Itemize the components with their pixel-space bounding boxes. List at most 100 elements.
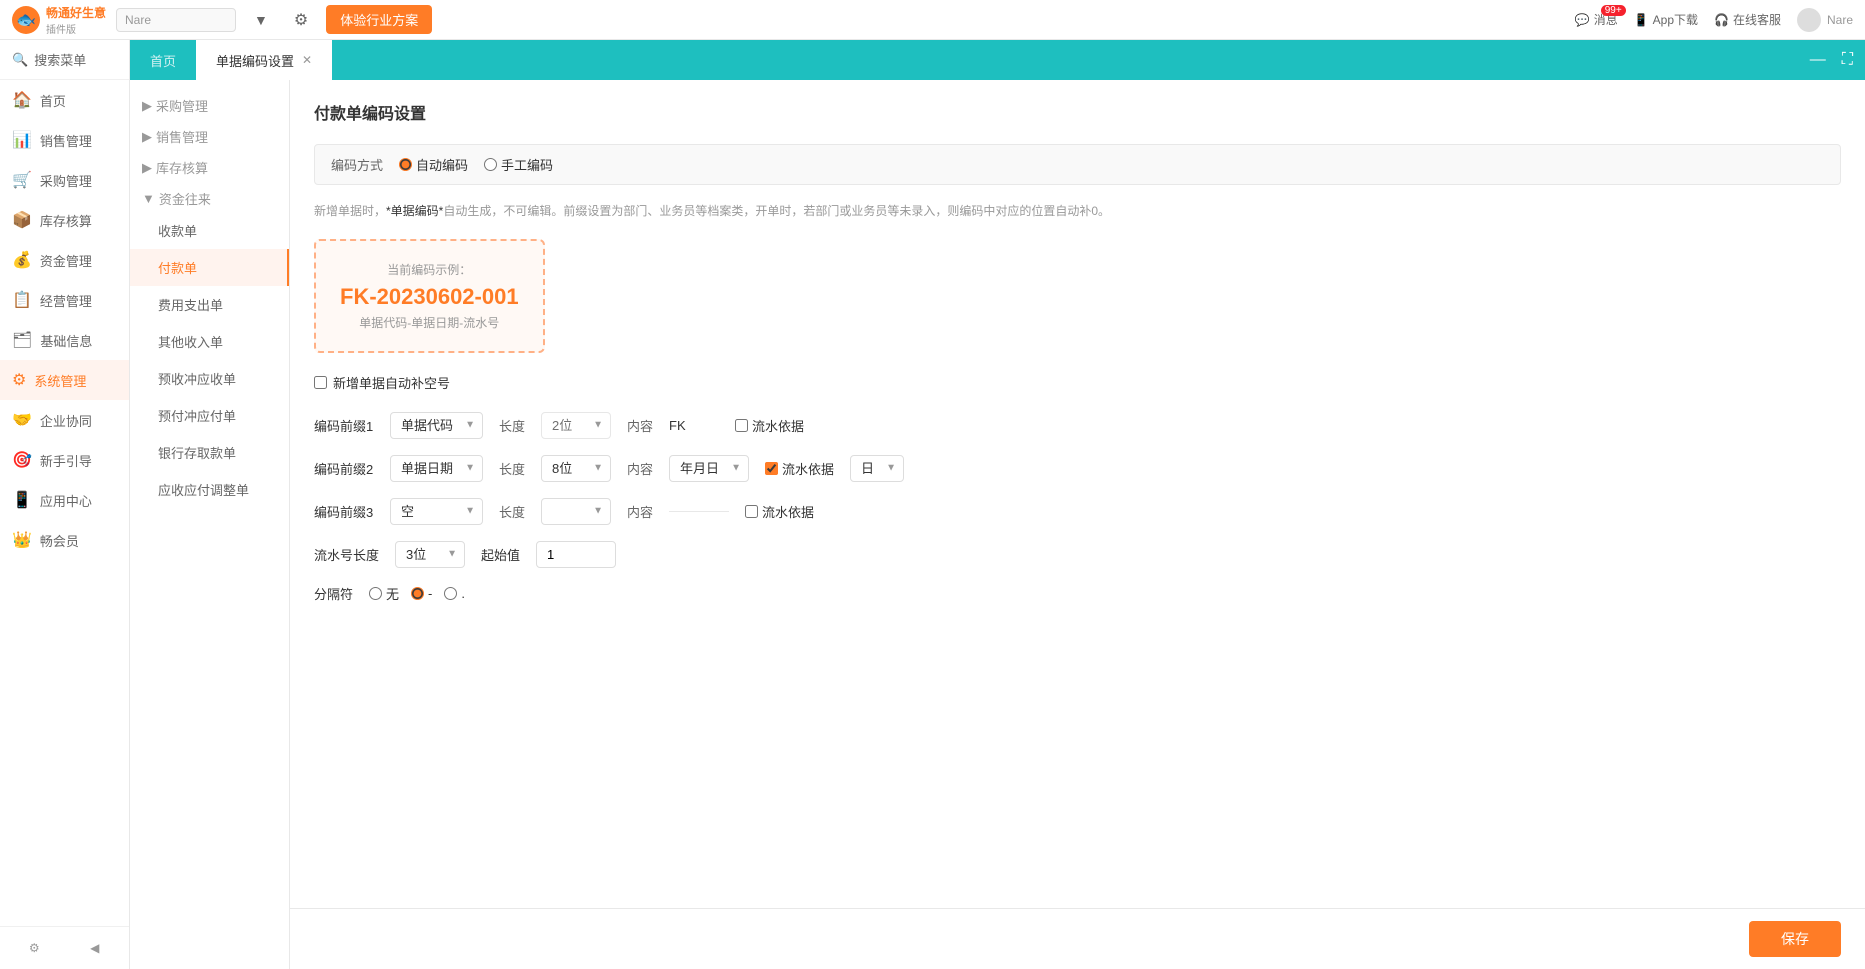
sidebar-item-inventory[interactable]: 📦 库存核算 xyxy=(0,200,129,240)
sidebar-item-finance[interactable]: 💰 资金管理 xyxy=(0,240,129,280)
prefix1-select-wrapper: 单据代码 部门 业务员 仓库 自定义 ▼ xyxy=(390,412,483,439)
tab-home[interactable]: 首页 xyxy=(130,40,196,80)
serial-length-select[interactable]: 3位 4位 5位 6位 xyxy=(395,541,465,568)
prefix1-select[interactable]: 单据代码 部门 业务员 仓库 自定义 xyxy=(390,412,483,439)
save-button[interactable]: 保存 xyxy=(1749,921,1841,957)
prefix3-length-select[interactable] xyxy=(541,498,611,525)
group-sales-arrow: ▶ xyxy=(142,129,152,145)
code-preview-label: 当前编码示例： xyxy=(340,261,519,278)
serial-start-label: 起始值 xyxy=(481,545,520,564)
search-bar: Nare xyxy=(116,8,236,32)
sep-dash-radio[interactable]: - xyxy=(411,586,432,601)
prefix2-select[interactable]: 单据日期 部门 业务员 仓库 自定义 空 xyxy=(390,455,483,482)
content-area: 首页 单据编码设置 ✕ — ⛶ ▶ 采购管理 ▶ xyxy=(130,40,1865,969)
prefix1-serial-checkbox[interactable] xyxy=(735,419,748,432)
prefix1-length-label: 长度 xyxy=(499,416,525,435)
trial-btn[interactable]: 体验行业方案 xyxy=(326,5,432,34)
serial-length-wrapper: 3位 4位 5位 6位 ▼ xyxy=(395,541,465,568)
sidebar-item-newbie[interactable]: 🎯 新手引导 xyxy=(0,440,129,480)
enterprise-icon: 🤝 xyxy=(12,410,32,430)
sidebar-item-operations[interactable]: 📋 经营管理 xyxy=(0,280,129,320)
online-service-btn[interactable]: 🎧 在线客服 xyxy=(1714,11,1781,28)
sidebar-item-home[interactable]: 🏠 首页 xyxy=(0,80,129,120)
message-btn[interactable]: 💬 消息 99+ xyxy=(1575,11,1618,28)
prefix3-serial-checkbox[interactable] xyxy=(745,505,758,518)
topbar: 🐟 畅通好生意 插件版 Nare ▼ ⚙ 体验行业方案 💬 消息 99+ 📱 A… xyxy=(0,0,1865,40)
nav-right-actions: — ⛶ xyxy=(1806,47,1865,73)
serial-start-input[interactable] xyxy=(536,541,616,568)
prefix2-day-wrapper: 日 月 年 ▼ xyxy=(850,455,904,482)
sub-group-inventory[interactable]: ▶ 库存核算 xyxy=(130,150,289,181)
sub-item-payment[interactable]: 付款单 xyxy=(130,249,289,286)
manual-encoding-radio[interactable]: 手工编码 xyxy=(484,155,553,174)
gear-button[interactable]: ⚙ xyxy=(286,6,316,34)
service-icon: 🎧 xyxy=(1714,13,1729,27)
prefix2-content-select[interactable]: 年月日 年月 年 xyxy=(669,455,749,482)
prefix2-serial-checkbox[interactable] xyxy=(765,462,778,475)
sidebar-item-sales[interactable]: 📊 销售管理 xyxy=(0,120,129,160)
auto-fill-checkbox[interactable] xyxy=(314,376,327,389)
sidebar-item-app[interactable]: 📱 应用中心 xyxy=(0,480,129,520)
sub-item-prepay-pay[interactable]: 预付冲应付单 xyxy=(130,397,289,434)
serial-row: 流水号长度 3位 4位 5位 6位 ▼ 起始值 xyxy=(314,541,1841,568)
prefix1-length-wrapper: 2位 ▼ xyxy=(541,412,611,439)
sub-item-other-income[interactable]: 其他收入单 xyxy=(130,323,289,360)
auto-fill-row: 新增单据自动补空号 xyxy=(314,373,1841,392)
member-icon: 👑 xyxy=(12,530,32,550)
maximize-icon[interactable]: ⛶ xyxy=(1838,47,1857,73)
prefix2-length-wrapper: 4位 6位 8位 ▼ xyxy=(541,455,611,482)
sidebar-item-purchase[interactable]: 🛒 采购管理 xyxy=(0,160,129,200)
sales-icon: 📊 xyxy=(12,130,32,150)
sub-item-receipt[interactable]: 收款单 xyxy=(130,212,289,249)
prefix1-length-select[interactable]: 2位 xyxy=(541,412,611,439)
group-capital-arrow: ▼ xyxy=(142,191,155,206)
sub-item-bank[interactable]: 银行存取款单 xyxy=(130,434,289,471)
search-menu-btn[interactable]: 🔍 搜索菜单 xyxy=(0,40,129,80)
sub-item-expense[interactable]: 费用支出单 xyxy=(130,286,289,323)
prefix1-serial-checkbox-label: 流水依据 xyxy=(735,416,804,435)
tab-encoding[interactable]: 单据编码设置 ✕ xyxy=(196,40,332,80)
sub-item-prepay-recv[interactable]: 预收冲应收单 xyxy=(130,360,289,397)
sep-dot-radio[interactable]: . xyxy=(444,586,465,601)
sub-group-capital[interactable]: ▼ 资金往来 xyxy=(130,181,289,212)
code-preview-box: 当前编码示例： FK-20230602-001 单据代码-单据日期-流水号 xyxy=(314,239,545,353)
sidebar-item-system[interactable]: ⚙ 系统管理 xyxy=(0,360,129,400)
user-info: Nare xyxy=(1797,8,1853,32)
prefix3-select-wrapper: 空 单据代码 部门 业务员 仓库 自定义 ▼ xyxy=(390,498,483,525)
prefix1-content-value: FK xyxy=(669,418,719,433)
sidebar-collapse-btn[interactable]: ◀ xyxy=(69,935,122,961)
operations-icon: 📋 xyxy=(12,290,32,310)
newbie-icon: 🎯 xyxy=(12,450,32,470)
auto-encoding-radio[interactable]: 自动编码 xyxy=(399,155,468,174)
form-area: 付款单编码设置 编码方式 自动编码 手工编码 xyxy=(290,80,1865,908)
topbar-right: 💬 消息 99+ 📱 App下载 🎧 在线客服 Nare xyxy=(1575,8,1853,32)
prefix1-label: 编码前缀1 xyxy=(314,416,374,435)
code-structure-text: 单据代码-单据日期-流水号 xyxy=(340,314,519,331)
settings-button[interactable]: ▼ xyxy=(246,8,276,32)
prefix2-day-select[interactable]: 日 月 年 xyxy=(850,455,904,482)
logo-text: 畅通好生意 插件版 xyxy=(46,4,106,36)
message-icon: 💬 xyxy=(1575,13,1590,27)
message-badge: 99+ xyxy=(1601,5,1626,16)
sub-item-adjustment[interactable]: 应收应付调整单 xyxy=(130,471,289,508)
sidebar-item-enterprise[interactable]: 🤝 企业协同 xyxy=(0,400,129,440)
sidebar-item-basic[interactable]: 🗂 基础信息 xyxy=(0,320,129,360)
group-purchase-arrow: ▶ xyxy=(142,98,152,114)
app-download-btn[interactable]: 📱 App下载 xyxy=(1634,11,1698,28)
prefix3-select[interactable]: 空 单据代码 部门 业务员 仓库 自定义 xyxy=(390,498,483,525)
sidebar-item-member[interactable]: 👑 畅会员 xyxy=(0,520,129,560)
tab-close-icon[interactable]: ✕ xyxy=(302,53,312,67)
prefix3-content-value xyxy=(669,511,729,512)
sub-group-sales[interactable]: ▶ 销售管理 xyxy=(130,119,289,150)
sub-group-purchase[interactable]: ▶ 采购管理 xyxy=(130,88,289,119)
separator-label: 分隔符 xyxy=(314,584,353,603)
prefix2-content-label: 内容 xyxy=(627,459,653,478)
sidebar-settings-btn[interactable]: ⚙ xyxy=(8,935,61,961)
separator-radio-group: 无 - . xyxy=(369,584,465,603)
encoding-method-label: 编码方式 xyxy=(331,155,383,174)
minimize-icon[interactable]: — xyxy=(1806,47,1830,73)
sep-none-radio[interactable]: 无 xyxy=(369,584,399,603)
prefix3-label: 编码前缀3 xyxy=(314,502,374,521)
prefix2-length-select[interactable]: 4位 6位 8位 xyxy=(541,455,611,482)
auto-fill-label[interactable]: 新增单据自动补空号 xyxy=(333,373,450,392)
